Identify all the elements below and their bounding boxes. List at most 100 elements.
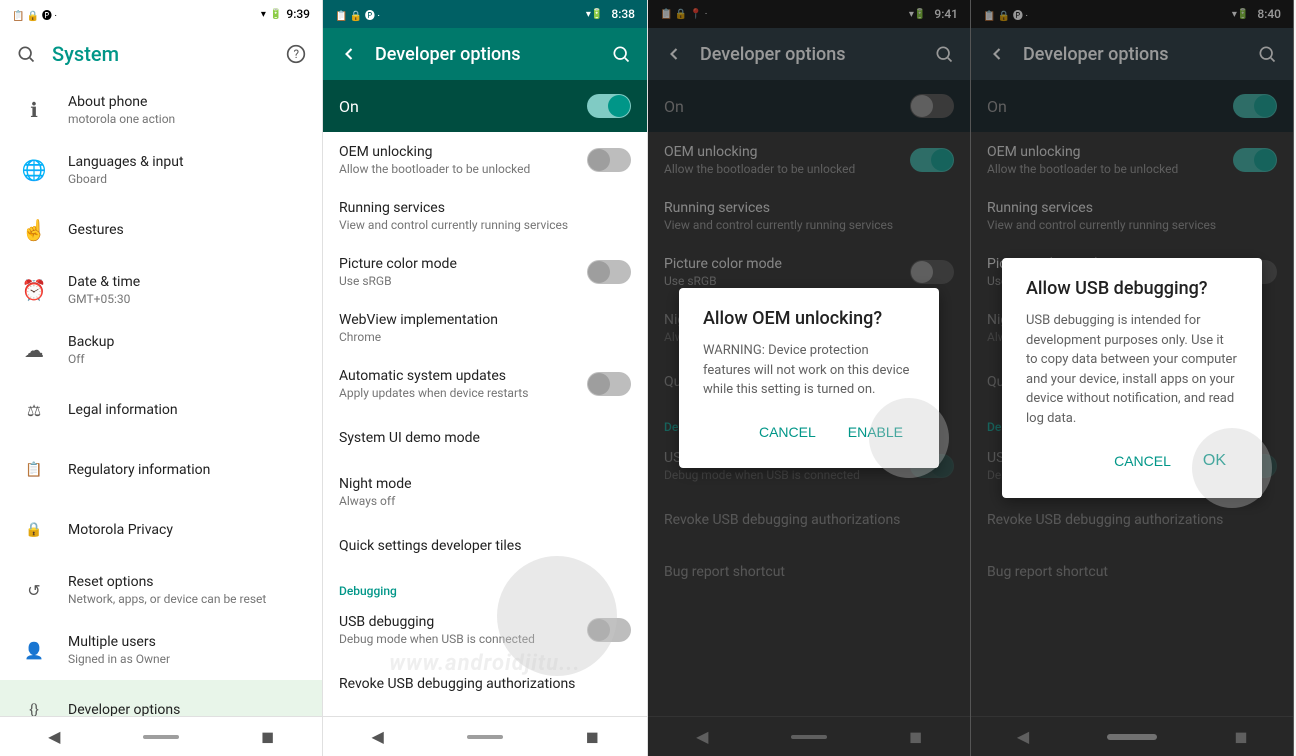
toggle-thumb — [608, 95, 630, 117]
settings-item-legal[interactable]: ⚖ Legal information — [0, 380, 322, 440]
dev-item-usb[interactable]: USB debugging Debug mode when USB is con… — [323, 602, 647, 658]
dev-on-label-p2: On — [339, 97, 359, 116]
status-icons-right: ▾ 🔋 9:39 — [261, 7, 310, 21]
recent-btn-p2[interactable]: ◼ — [572, 722, 612, 752]
status-icons-left: 📋 🔒 🅟 · — [12, 7, 57, 22]
languages-label: Languages & input — [68, 154, 306, 170]
languages-sub: Gboard — [68, 172, 306, 186]
dev-item-revoke[interactable]: Revoke USB debugging authorizations — [323, 658, 647, 710]
usb-cancel-button[interactable]: Cancel — [1102, 444, 1183, 478]
color-sub: Use sRGB — [339, 274, 587, 288]
usb-dialog-body: USB debugging is intended for developmen… — [1026, 311, 1238, 428]
regulatory-icon: 📋 — [16, 452, 52, 488]
page-title-p1: System — [52, 42, 270, 66]
night-label: Night mode — [339, 476, 631, 492]
developer-options-panel-4: 📋 🔒 🅟 · ▾🔋 8:40 Developer options On — [971, 0, 1294, 756]
running-sub: View and control currently running servi… — [339, 218, 631, 232]
usb-ok-button[interactable]: OK — [1191, 444, 1238, 478]
dev-item-running[interactable]: Running services View and control curren… — [323, 188, 647, 244]
usb-dialog-overlay: Allow USB debugging? USB debugging is in… — [971, 0, 1293, 756]
help-button-p1[interactable]: ? — [278, 36, 314, 72]
autoupdate-toggle[interactable] — [587, 372, 631, 396]
time-p2: 8:38 — [611, 7, 635, 21]
back-button-p2[interactable] — [331, 36, 367, 72]
revoke-label: Revoke USB debugging authorizations — [339, 676, 631, 692]
home-indicator-p1[interactable] — [143, 735, 179, 739]
quicktiles-label: Quick settings developer tiles — [339, 538, 631, 554]
dev-item-oem[interactable]: OEM unlocking Allow the bootloader to be… — [323, 132, 647, 188]
backup-icon: ☁ — [16, 332, 52, 368]
page-title-p2: Developer options — [375, 44, 595, 65]
dev-item-night[interactable]: Night mode Always off — [323, 464, 647, 520]
settings-item-about[interactable]: ℹ About phone motorola one action — [0, 80, 322, 140]
gestures-icon: ☝ — [16, 212, 52, 248]
regulatory-label: Regulatory information — [68, 462, 306, 478]
search-button-p1[interactable] — [8, 36, 44, 72]
about-icon: ℹ — [16, 92, 52, 128]
reset-sub: Network, apps, or device can be reset — [68, 592, 306, 606]
gestures-label: Gestures — [68, 222, 306, 238]
wifi-icon-p2: ▾🔋 — [586, 9, 603, 20]
back-btn-p2[interactable]: ◀ — [358, 722, 398, 752]
home-indicator-p2[interactable] — [467, 735, 503, 739]
toolbar-p1: System ? — [0, 28, 322, 80]
back-button-p1[interactable]: ◀ — [34, 722, 74, 752]
reset-icon: ↺ — [16, 572, 52, 608]
dev-item-autoupdate[interactable]: Automatic system updates Apply updates w… — [323, 356, 647, 412]
toolbar-p2: Developer options — [323, 28, 647, 80]
settings-item-gestures[interactable]: ☝ Gestures — [0, 200, 322, 260]
demo-label: System UI demo mode — [339, 430, 631, 446]
dev-item-demo[interactable]: System UI demo mode — [323, 412, 647, 464]
status-bar-p1: 📋 🔒 🅟 · ▾ 🔋 9:39 — [0, 0, 322, 28]
legal-label: Legal information — [68, 402, 306, 418]
night-sub: Always off — [339, 494, 631, 508]
oem-label: OEM unlocking — [339, 144, 587, 160]
oem-dialog-title: Allow OEM unlocking? — [703, 308, 915, 329]
oem-dialog-body: WARNING: Device protection features will… — [703, 341, 915, 400]
dev-on-bar-p2[interactable]: On — [323, 80, 647, 132]
status-icons-right-p2: ▾🔋 8:38 — [586, 7, 635, 21]
settings-item-privacy[interactable]: 🔒 Motorola Privacy — [0, 500, 322, 560]
dev-item-color[interactable]: Picture color mode Use sRGB — [323, 244, 647, 300]
oem-dialog-actions: Cancel Enable — [703, 416, 915, 448]
users-icon: 👤 — [16, 632, 52, 668]
oem-enable-button[interactable]: Enable — [836, 416, 915, 448]
bottom-nav-p1: ◀ ◼ — [0, 716, 322, 756]
status-icons-left-p2: 📋 🔒 🅟 · — [335, 7, 380, 22]
about-sub: motorola one action — [68, 112, 306, 126]
oem-sub: Allow the bootloader to be unlocked — [339, 162, 587, 176]
usb-sub: Debug mode when USB is connected — [339, 632, 587, 646]
datetime-label: Date & time — [68, 274, 306, 290]
languages-icon: 🌐 — [16, 152, 52, 188]
recent-button-p1[interactable]: ◼ — [248, 722, 288, 752]
datetime-icon: ⏰ — [16, 272, 52, 308]
dev-item-webview[interactable]: WebView implementation Chrome — [323, 300, 647, 356]
dev-item-quicktiles[interactable]: Quick settings developer tiles — [323, 520, 647, 572]
about-label: About phone — [68, 94, 306, 110]
legal-icon: ⚖ — [16, 392, 52, 428]
settings-item-developer[interactable]: {} Developer options — [0, 680, 322, 716]
color-toggle[interactable] — [587, 260, 631, 284]
users-label: Multiple users — [68, 634, 306, 650]
dev-on-toggle-p2[interactable] — [587, 94, 631, 118]
color-label: Picture color mode — [339, 256, 587, 272]
developer-options-panel-3: 📋 🔒 📍 · ▾🔋 9:41 Developer options On — [648, 0, 971, 756]
notif-icons-p2: 📋 🔒 🅟 · — [335, 7, 380, 22]
usb-dialog-actions: Cancel OK — [1026, 444, 1238, 478]
settings-item-users[interactable]: 👤 Multiple users Signed in as Owner — [0, 620, 322, 680]
settings-item-backup[interactable]: ☁ Backup Off — [0, 320, 322, 380]
usb-dialog: Allow USB debugging? USB debugging is in… — [1002, 258, 1262, 498]
oem-cancel-button[interactable]: Cancel — [747, 416, 828, 448]
settings-item-regulatory[interactable]: 📋 Regulatory information — [0, 440, 322, 500]
settings-item-datetime[interactable]: ⏰ Date & time GMT+05:30 — [0, 260, 322, 320]
settings-item-languages[interactable]: 🌐 Languages & input Gboard — [0, 140, 322, 200]
usb-toggle[interactable] — [587, 618, 631, 642]
settings-item-reset[interactable]: ↺ Reset options Network, apps, or device… — [0, 560, 322, 620]
search-button-p2[interactable] — [603, 36, 639, 72]
oem-toggle[interactable] — [587, 148, 631, 172]
battery-icon: 🔋 — [270, 9, 282, 20]
bottom-nav-p2: ◀ ◼ — [323, 716, 647, 756]
privacy-icon: 🔒 — [16, 512, 52, 548]
system-settings-panel: 📋 🔒 🅟 · ▾ 🔋 9:39 System ? ℹ About phone … — [0, 0, 323, 756]
developer-label: Developer options — [68, 702, 306, 716]
